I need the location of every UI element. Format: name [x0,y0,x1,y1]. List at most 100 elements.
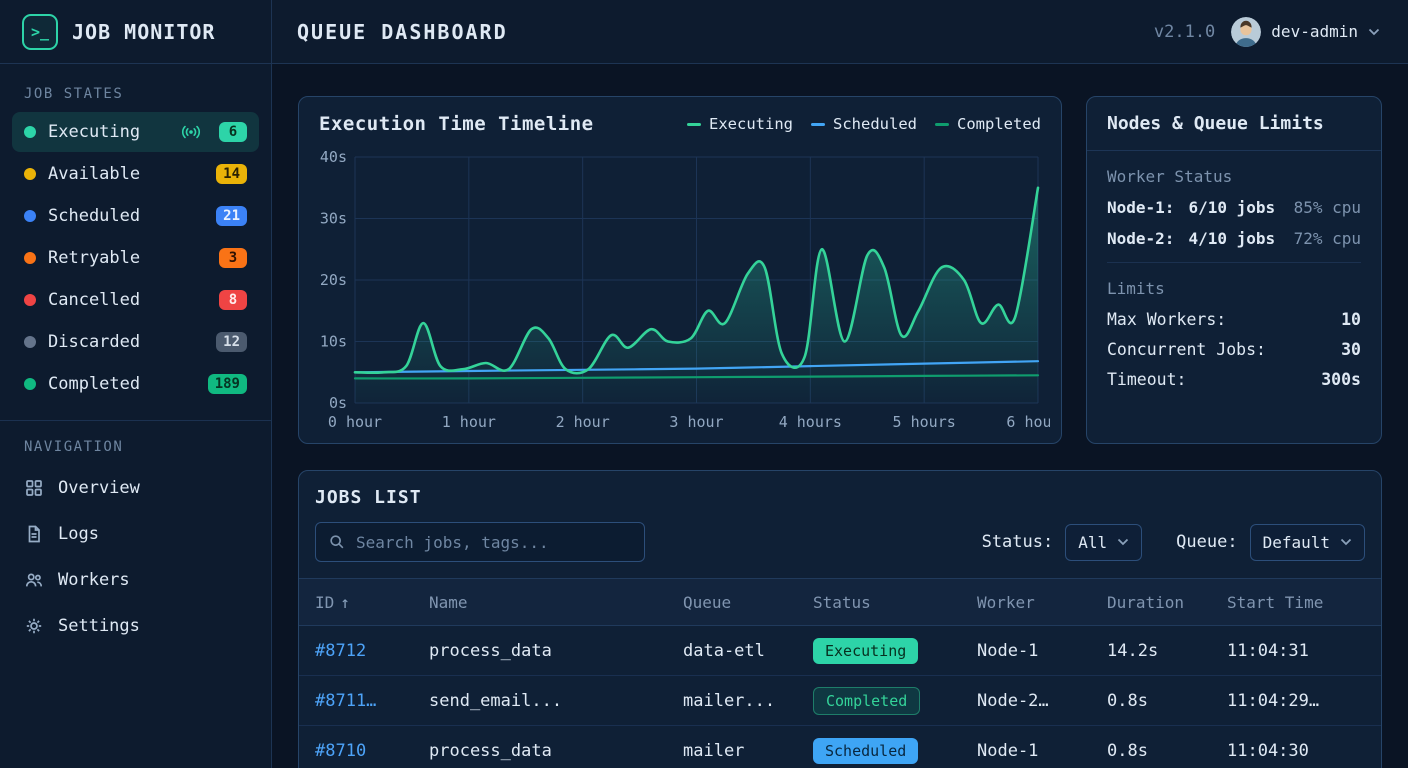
filters: Status: All Queue: Default [982,523,1365,561]
limit-row: Timeout: 300s [1107,370,1361,389]
sidebar-item-available[interactable]: Available 14 [12,154,259,194]
svg-text:0s: 0s [329,394,347,412]
job-status-cell: Scheduled [813,737,977,764]
limit-value: 300s [1321,370,1361,389]
job-id-link[interactable]: #8711… [315,691,429,711]
gear-icon [26,618,42,634]
nav-label: Logs [58,524,99,544]
column-header-id[interactable]: ID ↑ [315,593,429,612]
column-header-worker[interactable]: Worker [977,593,1107,612]
node-name: Node-2: [1107,229,1175,248]
job-states-header: JOB STATES [24,86,124,102]
svg-text:6 hours: 6 hours [1006,413,1050,431]
job-duration: 0.8s [1107,740,1148,761]
state-dot [24,252,36,264]
chart-legend: Executing Scheduled Completed [687,115,1041,133]
chart-area: 0s 10s 20s 30s 40s 0 hour 1 hour 2 hour 3 hour 4 … [299,145,1061,443]
grid-icon [26,480,42,496]
job-start-time: 11:04:29… [1227,690,1320,711]
sidebar-item-completed[interactable]: Completed 189 [12,364,259,404]
queue-filter-select[interactable]: Default [1249,523,1365,561]
job-id-link[interactable]: #8710 [315,741,429,761]
user-menu[interactable]: dev-admin [1231,16,1380,47]
column-header-status[interactable]: Status [813,593,977,612]
nav-label: Overview [58,478,140,498]
legend-swatch [935,122,949,126]
sidebar: JOB STATES Executing 6 Available 14 Sche… [0,64,272,768]
sidebar-item-discarded[interactable]: Discarded 12 [12,322,259,362]
worker-status-header: Worker Status [1107,167,1233,186]
sidebar-divider [0,420,271,421]
sidebar-item-workers[interactable]: Workers [0,557,271,603]
timeline-card: Execution Time Timeline Executing Schedu… [298,96,1062,444]
node-cpu: 85% cpu [1293,198,1361,217]
nodes-divider [1107,262,1361,263]
svg-text:4 hours: 4 hours [779,413,842,431]
document-icon [28,525,40,543]
table-row[interactable]: #8710 process_data mailer Scheduled Node… [299,726,1381,768]
sort-ascending-icon: ↑ [340,592,350,612]
nodes-card-body: Worker Status Node-1: 6/10 jobs 85% cpu … [1087,151,1381,416]
job-worker: Node-1 [977,740,1039,761]
column-header-name[interactable]: Name [429,593,683,612]
job-status-cell: Executing [813,637,977,664]
queue-filter-label: Queue: [1176,532,1238,552]
svg-text:30s: 30s [320,210,347,228]
job-id-link[interactable]: #8712 [315,641,429,661]
job-queue: mailer... [683,690,776,711]
avatar[interactable] [1231,16,1262,47]
timeline-chart: 0s 10s 20s 30s 40s 0 hour 1 hour 2 hour 3 hour 4 … [320,148,1050,431]
app-title: JOB MONITOR [72,19,216,44]
user-name: dev-admin [1271,22,1358,41]
svg-text:1 hour: 1 hour [442,413,496,431]
legend-swatch [811,122,825,126]
column-header-start-time[interactable]: Start Time [1227,593,1381,612]
jobs-card: JOBS LIST Status: All Queue: [298,470,1382,768]
state-dot [24,168,36,180]
job-queue: data-etl [683,640,765,661]
jobs-controls: Status: All Queue: Default [299,512,1381,578]
sidebar-item-retryable[interactable]: Retryable 3 [12,238,259,278]
sidebar-item-cancelled[interactable]: Cancelled 8 [12,280,259,320]
state-dot [24,294,36,306]
topbar-right: v2.1.0 dev-admin [1153,16,1408,47]
limit-value: 10 [1341,310,1361,329]
legend-label: Completed [957,115,1041,133]
logo-glyph: >_ [30,22,50,41]
state-label: Executing [48,122,141,142]
search-icon [330,535,344,549]
sidebar-item-scheduled[interactable]: Scheduled 21 [12,196,259,236]
state-dot [24,378,36,390]
job-worker: Node-2… [977,690,1049,711]
queue-filter-value: Default [1262,532,1330,552]
top-row: Execution Time Timeline Executing Schedu… [298,96,1382,444]
legend-item-executing: Executing [687,115,793,133]
timeline-title: Execution Time Timeline [319,113,594,135]
column-header-duration[interactable]: Duration [1107,593,1227,612]
legend-swatch [687,122,701,126]
sidebar-item-logs[interactable]: Logs [0,511,271,557]
version-label: v2.1.0 [1153,21,1216,42]
state-count-badge: 12 [216,332,247,352]
nav-label: Workers [58,570,130,590]
svg-text:40s: 40s [320,148,347,166]
search-input[interactable] [356,532,632,552]
nav-label: Settings [58,616,140,636]
table-row[interactable]: #8711… send_email... mailer... Completed… [299,676,1381,726]
search-box[interactable] [315,522,645,562]
limit-value: 30 [1341,340,1361,359]
table-row[interactable]: #8712 process_data data-etl Executing No… [299,626,1381,676]
page-title: QUEUE DASHBOARD [297,19,508,44]
status-filter-value: All [1078,532,1108,552]
column-header-queue[interactable]: Queue [683,593,813,612]
sidebar-item-settings[interactable]: Settings [0,603,271,649]
sidebar-item-executing[interactable]: Executing 6 [12,112,259,152]
sidebar-item-overview[interactable]: Overview [0,465,271,511]
navigation-header: NAVIGATION [24,439,124,455]
state-count-badge: 3 [219,248,247,268]
nodes-card-header: Nodes & Queue Limits [1087,97,1381,151]
svg-text:0 hour: 0 hour [328,413,382,431]
svg-text:2 hour: 2 hour [556,413,610,431]
node-cpu: 72% cpu [1293,229,1361,248]
status-filter-select[interactable]: All [1065,523,1143,561]
